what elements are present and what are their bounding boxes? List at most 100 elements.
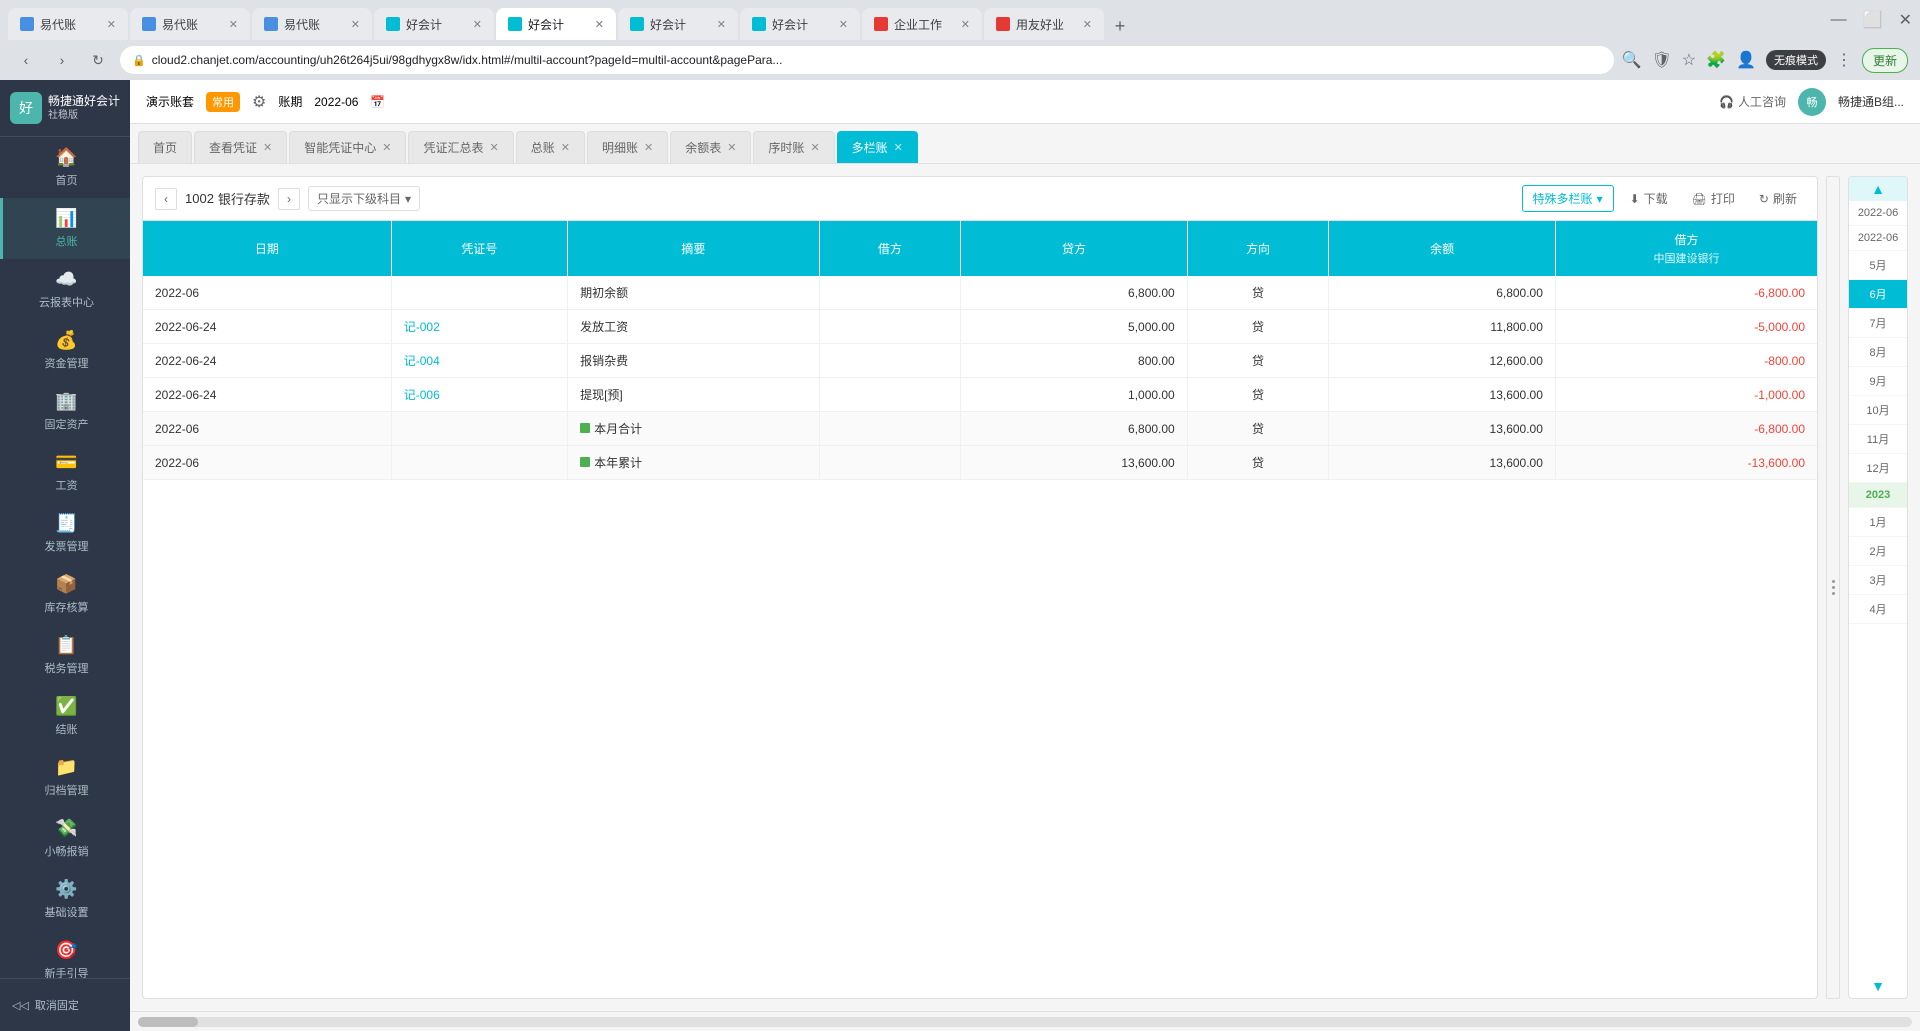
star-icon[interactable]: ☆ [1682, 50, 1696, 70]
date-nav-4yue[interactable]: 4月 [1849, 595, 1907, 624]
date-nav-7yue[interactable]: 7月 [1849, 309, 1907, 338]
table-cell[interactable]: 记-006 [391, 378, 567, 412]
sidebar-item-close[interactable]: ✅ 结账 [0, 686, 130, 747]
browser-tab-4[interactable]: 好会计 ✕ [374, 8, 494, 40]
next-account-button[interactable]: › [278, 188, 300, 210]
maximize-button[interactable]: ⬜ [1863, 10, 1883, 30]
page-tab-general[interactable]: 总账 ✕ [516, 131, 585, 163]
service-button[interactable]: 🎧 人工咨询 [1719, 93, 1786, 110]
date-nav-12yue[interactable]: 12月 [1849, 454, 1907, 483]
sidebar-item-tax[interactable]: 📋 税务管理 [0, 625, 130, 686]
sidebar-item-archive[interactable]: 📁 归档管理 [0, 747, 130, 808]
page-tab-seq-close[interactable]: ✕ [810, 141, 819, 154]
tab-close-5[interactable]: ✕ [595, 18, 604, 31]
tab-close-8[interactable]: ✕ [961, 18, 970, 31]
date-nav-6yue[interactable]: 6月 [1849, 280, 1907, 309]
browser-tab-3[interactable]: 易代账 ✕ [252, 8, 372, 40]
account-selector[interactable]: 1002 银行存款 [185, 189, 270, 208]
prev-account-button[interactable]: ‹ [155, 188, 177, 210]
tab-close-3[interactable]: ✕ [351, 18, 360, 31]
back-button[interactable]: ‹ [12, 46, 40, 74]
profile-icon[interactable]: 👤 [1736, 50, 1756, 70]
tab-close-9[interactable]: ✕ [1083, 18, 1092, 31]
sidebar-item-invoice[interactable]: 🧾 发票管理 [0, 503, 130, 564]
browser-tab-5[interactable]: 好会计 ✕ [496, 8, 616, 40]
sidebar-item-guide[interactable]: 🎯 新手引导 [0, 930, 130, 978]
date-nav-10yue[interactable]: 10月 [1849, 396, 1907, 425]
refresh-button[interactable]: ↻ 刷新 [1751, 186, 1805, 211]
page-tab-multi-close[interactable]: ✕ [894, 141, 903, 154]
date-nav-3yue[interactable]: 3月 [1849, 566, 1907, 595]
date-nav-9yue[interactable]: 9月 [1849, 367, 1907, 396]
date-nav-11yue[interactable]: 11月 [1849, 425, 1907, 454]
browser-tab-1[interactable]: 易代账 ✕ [8, 8, 128, 40]
browser-tab-6[interactable]: 好会计 ✕ [618, 8, 738, 40]
browser-tab-2[interactable]: 易代账 ✕ [130, 8, 250, 40]
page-tab-detail-close[interactable]: ✕ [644, 141, 653, 154]
bottom-scrollbar[interactable] [130, 1011, 1920, 1031]
sidebar-item-salary[interactable]: 💳 工资 [0, 442, 130, 503]
page-tab-summary[interactable]: 凭证汇总表 ✕ [408, 131, 513, 163]
sidebar-item-assets[interactable]: 🏢 固定资产 [0, 381, 130, 442]
download-button[interactable]: ⬇ 下载 [1622, 186, 1676, 211]
sidebar-item-settings[interactable]: ⚙️ 基础设置 [0, 869, 130, 930]
sidebar-item-home[interactable]: 🏠 首页 [0, 137, 130, 198]
browser-tab-7[interactable]: 好会计 ✕ [740, 8, 860, 40]
page-tab-balance[interactable]: 余额表 ✕ [670, 131, 751, 163]
page-tab-summary-close[interactable]: ✕ [490, 141, 499, 154]
table-cell[interactable]: 记-004 [391, 344, 567, 378]
page-tab-voucher[interactable]: 查看凭证 ✕ [194, 131, 287, 163]
address-field[interactable]: 🔒 cloud2.chanjet.com/accounting/uh26t264… [120, 46, 1614, 74]
close-window-button[interactable]: ✕ [1899, 10, 1912, 30]
table-cell[interactable] [391, 412, 567, 446]
page-tab-smart-voucher[interactable]: 智能凭证中心 ✕ [289, 131, 406, 163]
page-tab-multi-col[interactable]: 多栏账 ✕ [837, 131, 918, 163]
new-tab-button[interactable]: + [1106, 12, 1134, 40]
menu-icon[interactable]: ⋮ [1836, 50, 1852, 70]
tab-close-4[interactable]: ✕ [473, 18, 482, 31]
forward-button[interactable]: › [48, 46, 76, 74]
date-nav-2yue[interactable]: 2月 [1849, 537, 1907, 566]
date-nav-5yue[interactable]: 5月 [1849, 251, 1907, 280]
page-tab-home[interactable]: 首页 [138, 131, 192, 163]
incognito-button[interactable]: 无痕模式 [1766, 50, 1826, 70]
date-nav-2022-06-item1[interactable]: 2022-06 [1849, 201, 1907, 226]
browser-tab-8[interactable]: 企业工作 ✕ [862, 8, 982, 40]
sidebar-item-ledger[interactable]: 📊 总账 [0, 198, 130, 259]
unpin-button[interactable]: ◁◁ 取消固定 [6, 989, 124, 1021]
sidebar-item-inventory[interactable]: 📦 库存核算 [0, 564, 130, 625]
page-tab-general-close[interactable]: ✕ [561, 141, 570, 154]
date-nav-up-button[interactable]: ▲ [1849, 177, 1907, 201]
special-multi-col-button[interactable]: 特殊多栏账 ▾ [1522, 185, 1614, 212]
sidebar-item-reports[interactable]: ☁️ 云报表中心 [0, 259, 130, 320]
page-tab-smart-close[interactable]: ✕ [382, 141, 391, 154]
table-cell[interactable] [391, 276, 567, 310]
tab-close-1[interactable]: ✕ [107, 18, 116, 31]
update-button[interactable]: 更新 [1862, 48, 1908, 73]
extension-icon[interactable]: 🧩 [1706, 50, 1726, 70]
date-nav-down-button[interactable]: ▼ [1849, 974, 1907, 998]
horizontal-scrollbar-track[interactable] [138, 1017, 1912, 1027]
refresh-button[interactable]: ↻ [84, 46, 112, 74]
horizontal-scrollbar-thumb[interactable] [138, 1017, 198, 1027]
browser-tab-9[interactable]: 用友好业 ✕ [984, 8, 1104, 40]
settings-gear-icon[interactable]: ⚙ [252, 92, 266, 112]
subject-filter-dropdown[interactable]: 只显示下级科目 ▾ [308, 186, 420, 211]
sidebar-item-expense[interactable]: 💸 小畅报销 [0, 808, 130, 869]
demo-badge[interactable]: 常用 [206, 92, 240, 112]
search-icon[interactable]: 🔍 [1622, 50, 1642, 70]
print-button[interactable]: 🖨 打印 [1684, 186, 1743, 211]
page-tab-balance-close[interactable]: ✕ [727, 141, 736, 154]
page-tab-detail[interactable]: 明细账 ✕ [587, 131, 668, 163]
table-cell[interactable]: 记-002 [391, 310, 567, 344]
date-nav-1yue[interactable]: 1月 [1849, 508, 1907, 537]
page-tab-voucher-close[interactable]: ✕ [263, 141, 272, 154]
page-tab-sequence[interactable]: 序时账 ✕ [753, 131, 834, 163]
tab-close-7[interactable]: ✕ [839, 18, 848, 31]
tab-close-6[interactable]: ✕ [717, 18, 726, 31]
calendar-icon[interactable]: 📅 [370, 95, 385, 109]
date-nav-8yue[interactable]: 8月 [1849, 338, 1907, 367]
sidebar-item-funds[interactable]: 💰 资金管理 [0, 320, 130, 381]
table-cell[interactable] [391, 446, 567, 480]
panel-collapse-button[interactable] [1826, 176, 1840, 999]
